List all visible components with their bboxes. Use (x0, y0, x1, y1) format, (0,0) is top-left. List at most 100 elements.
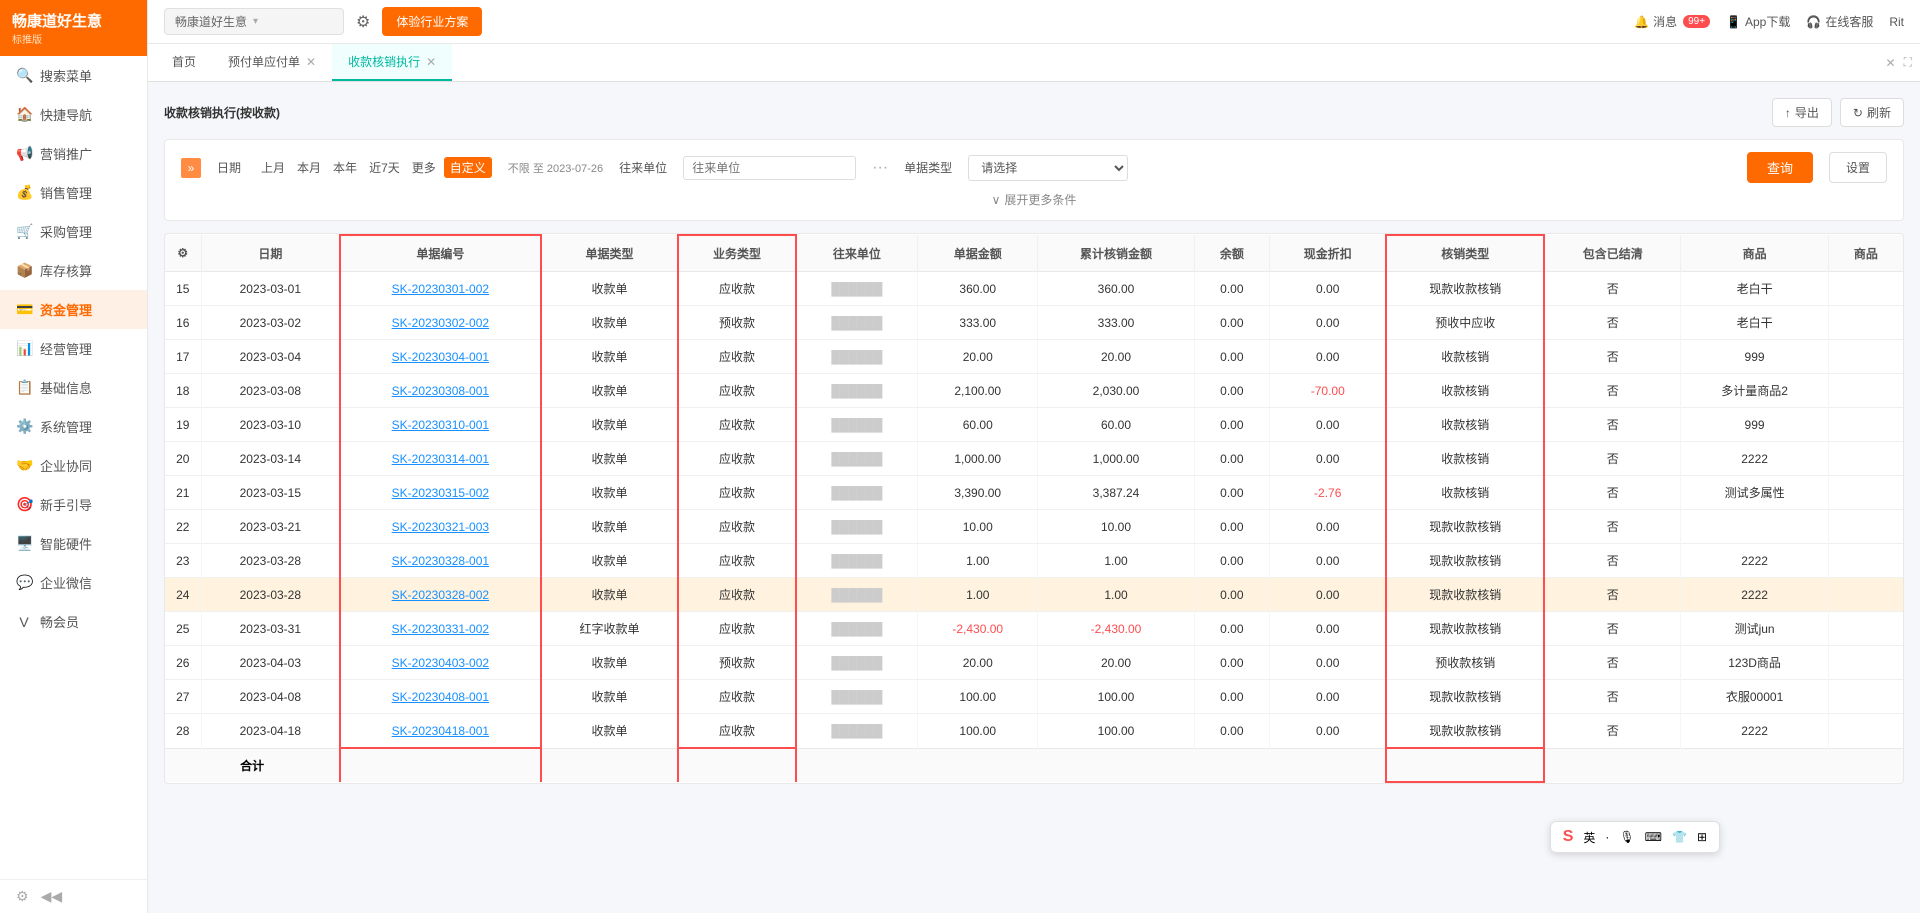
sidebar-item-sales[interactable]: 💰销售管理 (0, 173, 147, 212)
bill-no-link[interactable]: SK-20230408-001 (392, 690, 489, 704)
td-goods2 (1828, 612, 1903, 646)
online-service-item[interactable]: 🎧 在线客服 (1806, 13, 1873, 30)
main-area: 畅康道好生意 ▾ ⚙ 体验行业方案 🔔 消息 99+ 📱 App下载 🎧 在线客… (148, 0, 1920, 913)
filter-row-main: » 日期 上月 本月 本年 近7天 更多 自定义 不限 至 2023-07-26… (181, 152, 1887, 183)
unit-filter-input[interactable] (683, 156, 856, 180)
notification-item[interactable]: 🔔 消息 99+ (1634, 13, 1710, 30)
td-bill-no: SK-20230304-001 (340, 340, 540, 374)
sidebar-item-guide[interactable]: 🎯新手引导 (0, 485, 147, 524)
td-goods: 999 (1681, 408, 1828, 442)
sidebar-item-wechat[interactable]: 💬企业微信 (0, 563, 147, 602)
user-profile-item[interactable]: Rit (1889, 15, 1904, 29)
bill-no-link[interactable]: SK-20230315-002 (392, 486, 489, 500)
table-footer-row: 合计 (165, 748, 1903, 782)
expand-more-button[interactable]: ∨ 展开更多条件 (992, 191, 1077, 208)
sidebar-item-finance[interactable]: 💳资金管理 (0, 290, 147, 329)
td-bill-type: 收款单 (541, 374, 679, 408)
ime-shirt-icon[interactable]: 👕 (1672, 830, 1687, 844)
ime-icon-2[interactable]: · (1605, 830, 1609, 844)
sidebar-item-basic[interactable]: 📋基础信息 (0, 368, 147, 407)
footer-biz-type (678, 748, 796, 782)
query-button[interactable]: 查询 (1747, 152, 1813, 183)
bill-no-link[interactable]: SK-20230328-001 (392, 554, 489, 568)
sidebar-item-member[interactable]: V畅会员 (0, 602, 147, 641)
bill-no-link[interactable]: SK-20230302-002 (392, 316, 489, 330)
settings-icon[interactable]: ⚙ (16, 888, 29, 905)
bill-no-link[interactable]: SK-20230331-002 (392, 622, 489, 636)
filter-expand-button[interactable]: » (181, 158, 201, 178)
ime-apps-icon[interactable]: ⊞ (1697, 830, 1707, 844)
td-bill-no: SK-20230314-001 (340, 442, 540, 476)
table-row: 28 2023-04-18 SK-20230418-001 收款单 应收款 ██… (165, 714, 1903, 749)
td-idx: 19 (165, 408, 201, 442)
sidebar-item-quicknav[interactable]: 🏠快捷导航 (0, 95, 147, 134)
sidebar-item-hardware[interactable]: 🖥️智能硬件 (0, 524, 147, 563)
bill-no-link[interactable]: SK-20230321-003 (392, 520, 489, 534)
sidebar-item-operation[interactable]: 📊经营管理 (0, 329, 147, 368)
tab-collection-close-icon[interactable]: ✕ (426, 56, 436, 68)
tabbar-maximize-icon[interactable]: ⛶ (1904, 55, 1912, 70)
ime-icon-1[interactable]: 英 (1583, 829, 1595, 846)
td-biz-type: 预收款 (678, 646, 796, 680)
bill-no-link[interactable]: SK-20230310-001 (392, 418, 489, 432)
td-write-type: 现款收款核销 (1386, 272, 1544, 306)
ime-mic-icon[interactable]: 🎙 (1619, 830, 1634, 844)
footer-amount (918, 748, 1038, 782)
sidebar-item-system[interactable]: ⚙️系统管理 (0, 407, 147, 446)
td-cum-write: 20.00 (1038, 340, 1194, 374)
bill-no-link[interactable]: SK-20230328-002 (392, 588, 489, 602)
app-download-item[interactable]: 📱 App下载 (1726, 13, 1790, 30)
tab-prepay-close-icon[interactable]: ✕ (306, 56, 316, 68)
ime-keyboard-icon[interactable]: ⌨ (1645, 830, 1662, 844)
bill-no-link[interactable]: SK-20230314-001 (392, 452, 489, 466)
td-goods: 999 (1681, 340, 1828, 374)
export-icon: ↑ (1785, 106, 1791, 120)
date-prev-month-button[interactable]: 上月 (257, 157, 289, 178)
td-include-settled: 否 (1544, 544, 1681, 578)
td-biz-type: 应收款 (678, 714, 796, 749)
date-more-button[interactable]: 更多 (408, 157, 440, 178)
date-custom-button[interactable]: 自定义 (444, 157, 492, 178)
bill-no-link[interactable]: SK-20230304-001 (392, 350, 489, 364)
filter-settings-button[interactable]: 设置 (1829, 152, 1887, 183)
td-bill-no: SK-20230302-002 (340, 306, 540, 340)
bill-no-link[interactable]: SK-20230301-002 (392, 282, 489, 296)
td-discount: 0.00 (1270, 646, 1387, 680)
td-cum-write: 1,000.00 (1038, 442, 1194, 476)
date-last7-button[interactable]: 近7天 (365, 157, 404, 178)
industry-solution-button[interactable]: 体验行业方案 (382, 7, 482, 36)
notification-label: 消息 (1653, 13, 1677, 30)
td-idx: 21 (165, 476, 201, 510)
settings-gear-icon[interactable]: ⚙ (356, 12, 370, 32)
refresh-button[interactable]: ↻ 刷新 (1840, 98, 1904, 127)
bill-no-link[interactable]: SK-20230418-001 (392, 724, 489, 738)
date-filter-label: 日期 (217, 159, 241, 176)
bill-no-link[interactable]: SK-20230308-001 (392, 384, 489, 398)
tab-collection[interactable]: 收款核销执行 ✕ (332, 44, 452, 81)
date-this-month-button[interactable]: 本月 (293, 157, 325, 178)
collapse-icon[interactable]: ◀◀ (41, 888, 63, 905)
bill-no-link[interactable]: SK-20230403-002 (392, 656, 489, 670)
td-balance: 0.00 (1194, 306, 1270, 340)
filter-expand-row: ∨ 展开更多条件 (181, 191, 1887, 208)
sidebar-item-label-hardware: 智能硬件 (40, 534, 92, 553)
td-biz-type: 应收款 (678, 544, 796, 578)
sidebar-item-marketing[interactable]: 📢营销推广 (0, 134, 147, 173)
tabbar-close-icon[interactable]: ✕ (1886, 56, 1896, 70)
bill-type-select[interactable]: 请选择 (968, 155, 1128, 181)
export-button[interactable]: ↑ 导出 (1772, 98, 1832, 127)
sidebar-item-purchase[interactable]: 🛒采购管理 (0, 212, 147, 251)
td-date: 2023-03-01 (201, 272, 340, 306)
sidebar-item-inventory[interactable]: 📦库存核算 (0, 251, 147, 290)
date-this-year-button[interactable]: 本年 (329, 157, 361, 178)
workspace-selector[interactable]: 畅康道好生意 ▾ (164, 8, 344, 35)
tab-home-label: 首页 (172, 53, 196, 70)
td-date: 2023-03-31 (201, 612, 340, 646)
tab-prepay[interactable]: 预付单应付单 ✕ (212, 44, 332, 81)
tab-home[interactable]: 首页 (156, 44, 212, 81)
td-bill-type: 收款单 (541, 680, 679, 714)
sidebar-logo: 畅康道好生意 标推版 (0, 0, 147, 56)
enterprise-icon: 🤝 (16, 457, 32, 474)
sidebar-item-search[interactable]: 🔍搜索菜单 (0, 56, 147, 95)
sidebar-item-enterprise[interactable]: 🤝企业协同 (0, 446, 147, 485)
